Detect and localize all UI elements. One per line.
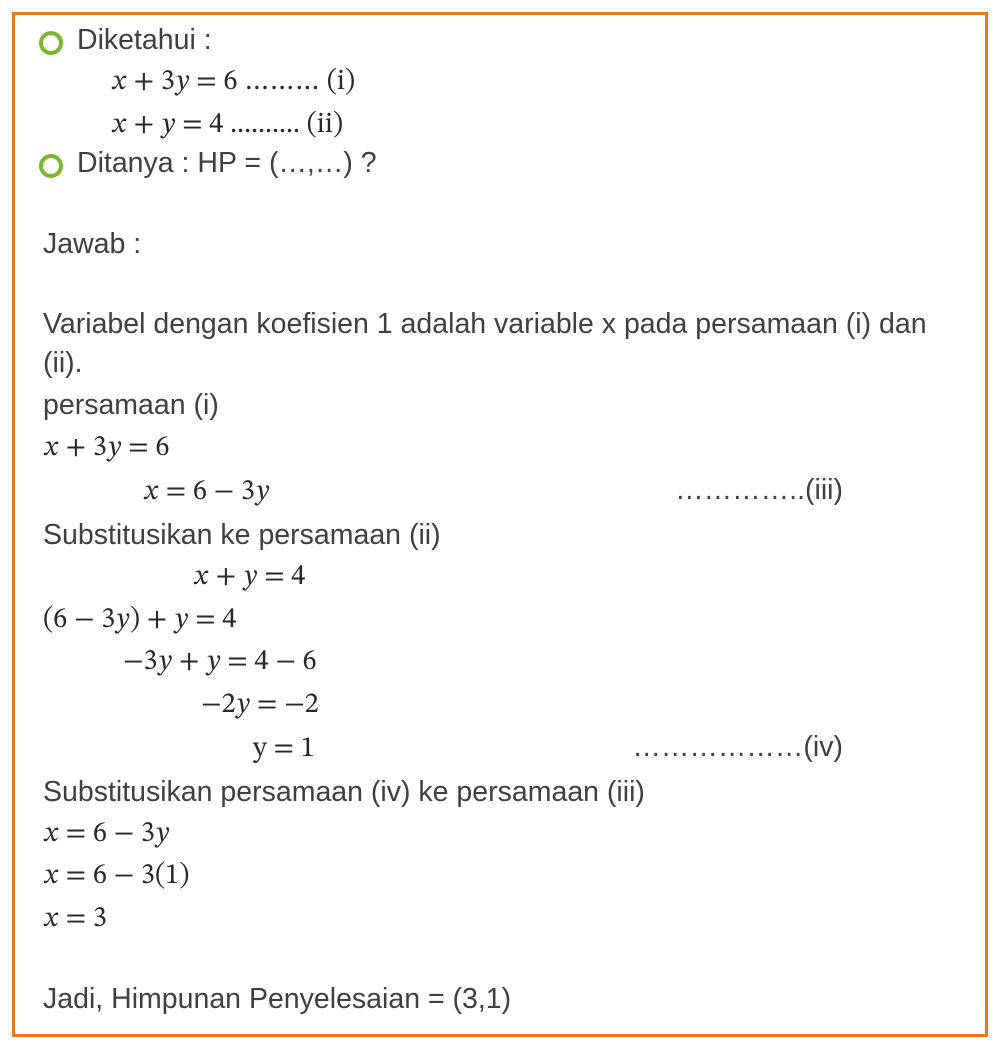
tag-iv: ………………(iv) [632, 728, 843, 766]
math-line-4: (6 − 3𝑦) + 𝑦 = 4 [43, 601, 957, 639]
math-line-9: 𝑥 = 6 − 3(1) [43, 857, 957, 895]
equation-ii: 𝑥 + 𝑦 = 4 .......... (ii) [111, 106, 957, 144]
tag-iii: …………..(iii) [675, 471, 843, 509]
diketahui-item: Diketahui : 𝑥 + 3𝑦 = 6 ……… (i) 𝑥 + 𝑦 = 4… [77, 21, 957, 144]
sub-ii-label: Substitusikan ke persamaan (ii) [43, 516, 957, 554]
given-list: Diketahui : 𝑥 + 3𝑦 = 6 ……… (i) 𝑥 + 𝑦 = 4… [43, 21, 957, 183]
persamaan-i-label: persamaan (i) [43, 386, 957, 424]
equation-i: 𝑥 + 3𝑦 = 6 ……… (i) [111, 63, 957, 101]
ditanya-text: Ditanya : HP = (…,…) ? [77, 144, 957, 182]
math-line-6: −2𝑦 = −2 [43, 686, 957, 724]
conclusion-text: Jadi, Himpunan Penyelesaian = (3,1) [43, 980, 957, 1018]
math-line-3: 𝑥 + 𝑦 = 4 [43, 558, 957, 596]
jawab-heading: Jawab : [43, 225, 957, 263]
page: Diketahui : 𝑥 + 3𝑦 = 6 ……… (i) 𝑥 + 𝑦 = 4… [0, 0, 1000, 1049]
math-line-5: −3𝑦 + 𝑦 = 4 − 6 [43, 643, 957, 681]
math-line-2: 𝑥 = 6 − 3𝑦 [43, 473, 270, 511]
explanation-paragraph: Variabel dengan koefisien 1 adalah varia… [43, 305, 957, 382]
solution-card: Diketahui : 𝑥 + 3𝑦 = 6 ……… (i) 𝑥 + 𝑦 = 4… [12, 12, 988, 1037]
ditanya-item: Ditanya : HP = (…,…) ? [77, 144, 957, 182]
math-line-8: 𝑥 = 6 − 3𝑦 [43, 815, 957, 853]
math-line-10: 𝑥 = 3 [43, 900, 957, 938]
math-line-1: 𝑥 + 3𝑦 = 6 [43, 429, 957, 467]
sub-iv-label: Substitusikan persamaan (iv) ke persamaa… [43, 773, 957, 811]
diketahui-heading: Diketahui : [77, 21, 957, 59]
math-line-7: y = 1 [43, 730, 315, 768]
